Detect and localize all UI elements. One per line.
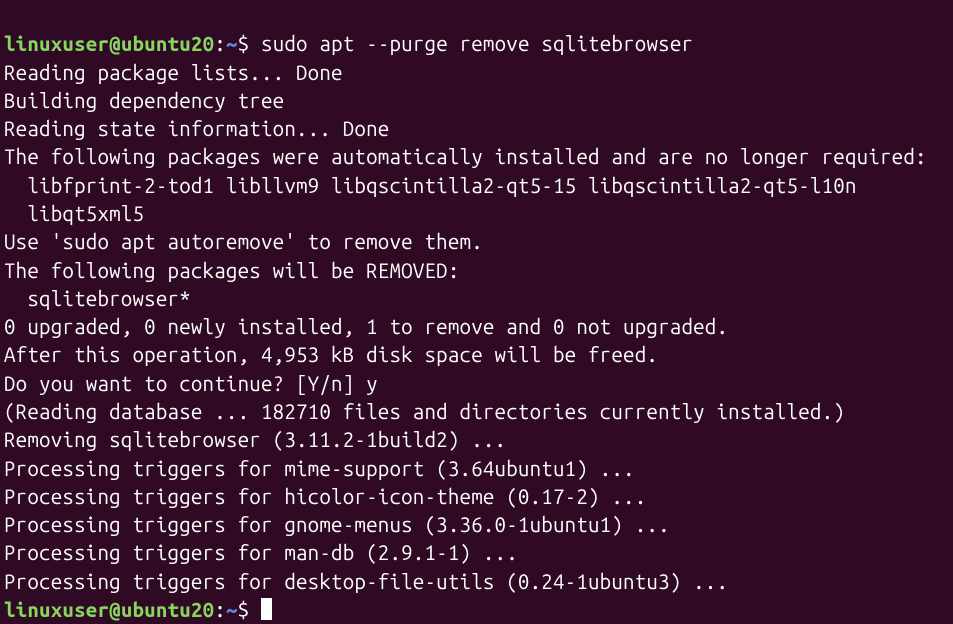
output-line: Use 'sudo apt autoremove' to remove them…	[4, 228, 949, 256]
prompt-dollar: $	[238, 598, 261, 621]
prompt-user: linuxuser	[4, 32, 109, 55]
output-line: sqlitebrowser*	[4, 285, 949, 313]
prompt-path: ~	[226, 32, 238, 55]
prompt-host: ubuntu20	[121, 598, 214, 621]
terminal-truncated-top	[4, 2, 949, 30]
output-line: Building dependency tree	[4, 87, 949, 115]
output-line: Do you want to continue? [Y/n] y	[4, 370, 949, 398]
prompt-colon: :	[214, 32, 226, 55]
output-line: Processing triggers for desktop-file-uti…	[4, 568, 949, 596]
output-line: Reading package lists... Done	[4, 59, 949, 87]
output-line: Processing triggers for gnome-menus (3.3…	[4, 511, 949, 539]
output-line: After this operation, 4,953 kB disk spac…	[4, 341, 949, 369]
prompt-dollar: $	[238, 32, 261, 55]
output-line: libfprint-2-tod1 libllvm9 libqscintilla2…	[4, 172, 949, 200]
prompt-host: ubuntu20	[121, 32, 214, 55]
command-text: sudo apt --purge remove sqlitebrowser	[261, 32, 693, 55]
prompt-path: ~	[226, 598, 238, 621]
prompt-colon: :	[214, 598, 226, 621]
prompt-line-2[interactable]: linuxuser@ubuntu20:~$	[4, 596, 949, 624]
cursor-block[interactable]	[261, 598, 272, 620]
output-line: The following packages were automaticall…	[4, 143, 949, 171]
output-line: Processing triggers for man-db (2.9.1-1)…	[4, 539, 949, 567]
prompt-at: @	[109, 598, 121, 621]
output-line: The following packages will be REMOVED:	[4, 257, 949, 285]
output-line: Processing triggers for hicolor-icon-the…	[4, 483, 949, 511]
output-line: Reading state information... Done	[4, 115, 949, 143]
output-line: Removing sqlitebrowser (3.11.2-1build2) …	[4, 426, 949, 454]
prompt-at: @	[109, 32, 121, 55]
output-line: 0 upgraded, 0 newly installed, 1 to remo…	[4, 313, 949, 341]
output-line: (Reading database ... 182710 files and d…	[4, 398, 949, 426]
output-line: Processing triggers for mime-support (3.…	[4, 455, 949, 483]
output-line: libqt5xml5	[4, 200, 949, 228]
prompt-user: linuxuser	[4, 598, 109, 621]
prompt-line-1[interactable]: linuxuser@ubuntu20:~$ sudo apt --purge r…	[4, 30, 949, 58]
